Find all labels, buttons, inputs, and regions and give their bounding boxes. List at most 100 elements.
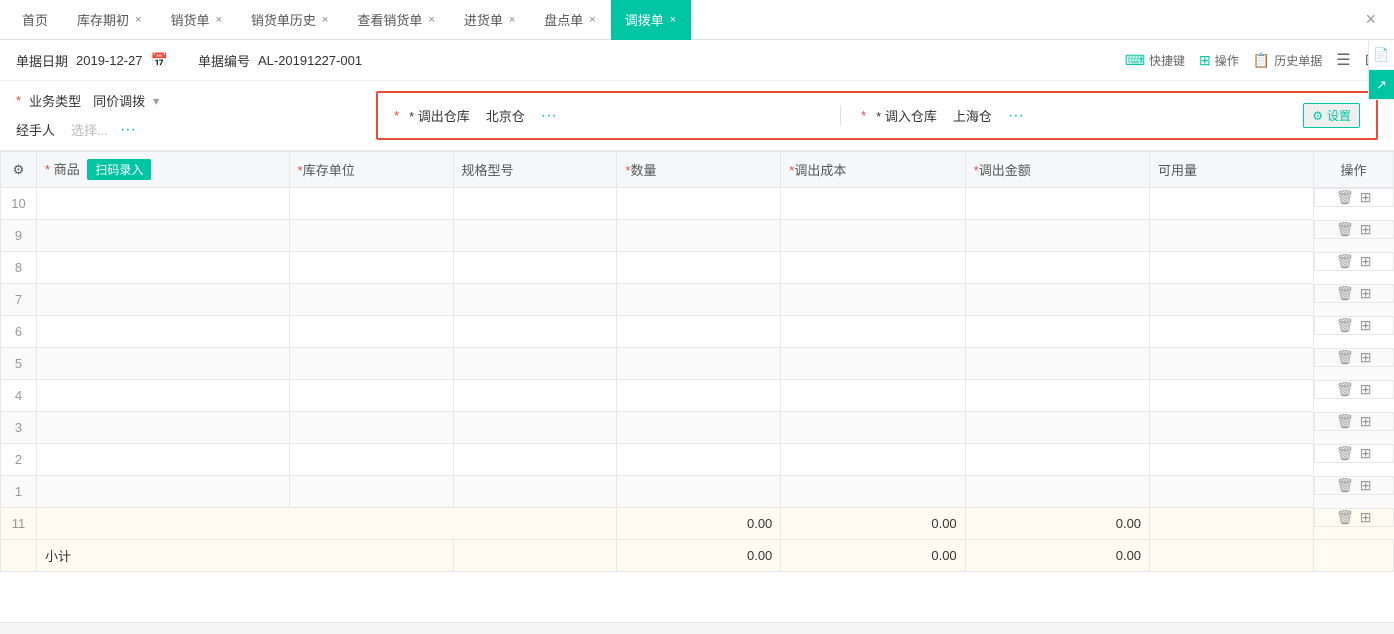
row-unit-7[interactable] xyxy=(289,284,453,316)
copy-icon-1[interactable]: ⊞ xyxy=(1360,477,1372,494)
copy-icon-subtotal[interactable]: ⊞ xyxy=(1360,509,1372,526)
delete-icon-subtotal[interactable]: 🗑 xyxy=(1336,509,1354,526)
row-qty-1[interactable] xyxy=(617,476,781,508)
warehouse-in-more-icon[interactable]: ··· xyxy=(1008,107,1024,125)
row-goods-9[interactable] xyxy=(37,220,290,252)
row-cost-5[interactable] xyxy=(781,348,965,380)
tab-inventory-init[interactable]: 库存期初 × xyxy=(63,0,156,40)
row-spec-1[interactable] xyxy=(453,476,617,508)
row-goods-2[interactable] xyxy=(37,444,290,476)
scan-button[interactable]: 扫码录入 xyxy=(87,159,151,180)
tab-stocktake[interactable]: 盘点单 × xyxy=(530,0,610,40)
warehouse-out-value[interactable]: 北京仓 xyxy=(486,106,525,125)
business-type-value[interactable]: 同价调拨 xyxy=(93,91,145,110)
horizontal-scrollbar[interactable] xyxy=(0,622,1394,634)
copy-icon-10[interactable]: ⊞ xyxy=(1360,189,1372,206)
row-amount-7[interactable] xyxy=(965,284,1149,316)
row-amount-6[interactable] xyxy=(965,316,1149,348)
row-qty-8[interactable] xyxy=(617,252,781,284)
row-spec-5[interactable] xyxy=(453,348,617,380)
delete-icon-6[interactable]: 🗑 xyxy=(1336,317,1354,334)
row-unit-2[interactable] xyxy=(289,444,453,476)
copy-icon-8[interactable]: ⊞ xyxy=(1360,253,1372,270)
row-qty-7[interactable] xyxy=(617,284,781,316)
calendar-icon[interactable]: 📅 xyxy=(151,52,168,69)
row-spec-10[interactable] xyxy=(453,188,617,220)
tab-close-inventory-init[interactable]: × xyxy=(135,14,141,26)
row-goods-7[interactable] xyxy=(37,284,290,316)
copy-icon-7[interactable]: ⊞ xyxy=(1360,285,1372,302)
row-unit-5[interactable] xyxy=(289,348,453,380)
row-cost-4[interactable] xyxy=(781,380,965,412)
row-amount-2[interactable] xyxy=(965,444,1149,476)
row-spec-2[interactable] xyxy=(453,444,617,476)
row-amount-10[interactable] xyxy=(965,188,1149,220)
sidebar-notes-btn[interactable]: 📄 xyxy=(1369,40,1394,70)
row-unit-3[interactable] xyxy=(289,412,453,444)
row-goods-3[interactable] xyxy=(37,412,290,444)
row-goods-8[interactable] xyxy=(37,252,290,284)
row-goods-10[interactable] xyxy=(37,188,290,220)
layout-button1[interactable]: ☰ xyxy=(1336,50,1350,70)
row-cost-8[interactable] xyxy=(781,252,965,284)
row-qty-10[interactable] xyxy=(617,188,781,220)
warehouse-in-value[interactable]: 上海仓 xyxy=(953,106,992,125)
row-goods-1[interactable] xyxy=(37,476,290,508)
row-spec-3[interactable] xyxy=(453,412,617,444)
sidebar-export-btn[interactable]: ↗ xyxy=(1369,70,1394,100)
row-goods-5[interactable] xyxy=(37,348,290,380)
row-cost-10[interactable] xyxy=(781,188,965,220)
dropdown-arrow-icon[interactable]: ▾ xyxy=(153,94,159,108)
row-qty-5[interactable] xyxy=(617,348,781,380)
row-unit-9[interactable] xyxy=(289,220,453,252)
shortcuts-button[interactable]: ⌨ 快捷键 xyxy=(1125,52,1185,69)
tab-home[interactable]: 首页 xyxy=(8,0,63,40)
tab-close-view-sales[interactable]: × xyxy=(428,14,434,26)
row-unit-6[interactable] xyxy=(289,316,453,348)
person-more-icon[interactable]: ··· xyxy=(120,121,136,139)
row-cost-9[interactable] xyxy=(781,220,965,252)
tab-purchase[interactable]: 进货单 × xyxy=(450,0,530,40)
copy-icon-9[interactable]: ⊞ xyxy=(1360,221,1372,238)
delete-icon-10[interactable]: 🗑 xyxy=(1336,189,1354,206)
row-unit-8[interactable] xyxy=(289,252,453,284)
row-amount-3[interactable] xyxy=(965,412,1149,444)
copy-icon-4[interactable]: ⊞ xyxy=(1360,381,1372,398)
history-button[interactable]: 📋 历史单据 xyxy=(1253,52,1322,69)
row-goods-4[interactable] xyxy=(37,380,290,412)
row-spec-8[interactable] xyxy=(453,252,617,284)
delete-icon-1[interactable]: 🗑 xyxy=(1336,477,1354,494)
delete-icon-3[interactable]: 🗑 xyxy=(1336,413,1354,430)
delete-icon-9[interactable]: 🗑 xyxy=(1336,221,1354,238)
person-select[interactable]: 选择... xyxy=(71,120,108,139)
row-qty-9[interactable] xyxy=(617,220,781,252)
tab-close-stocktake[interactable]: × xyxy=(589,14,595,26)
tab-transfer[interactable]: 调拨单 × xyxy=(611,0,691,40)
row-amount-5[interactable] xyxy=(965,348,1149,380)
row-amount-9[interactable] xyxy=(965,220,1149,252)
row-qty-3[interactable] xyxy=(617,412,781,444)
delete-icon-5[interactable]: 🗑 xyxy=(1336,349,1354,366)
row-cost-7[interactable] xyxy=(781,284,965,316)
row-unit-4[interactable] xyxy=(289,380,453,412)
copy-icon-3[interactable]: ⊞ xyxy=(1360,413,1372,430)
row-spec-7[interactable] xyxy=(453,284,617,316)
row-cost-3[interactable] xyxy=(781,412,965,444)
row-spec-9[interactable] xyxy=(453,220,617,252)
close-window-icon[interactable]: × xyxy=(1355,9,1386,30)
row-amount-4[interactable] xyxy=(965,380,1149,412)
delete-icon-7[interactable]: 🗑 xyxy=(1336,285,1354,302)
row-cost-2[interactable] xyxy=(781,444,965,476)
row-cost-6[interactable] xyxy=(781,316,965,348)
delete-icon-4[interactable]: 🗑 xyxy=(1336,381,1354,398)
delete-icon-8[interactable]: 🗑 xyxy=(1336,253,1354,270)
tab-view-sales[interactable]: 查看销货单 × xyxy=(343,0,449,40)
row-spec-4[interactable] xyxy=(453,380,617,412)
copy-icon-5[interactable]: ⊞ xyxy=(1360,349,1372,366)
operations-button[interactable]: ⊞ 操作 xyxy=(1199,52,1239,69)
tab-close-purchase[interactable]: × xyxy=(509,14,515,26)
row-cost-1[interactable] xyxy=(781,476,965,508)
row-qty-4[interactable] xyxy=(617,380,781,412)
delete-icon-2[interactable]: 🗑 xyxy=(1336,445,1354,462)
row-spec-6[interactable] xyxy=(453,316,617,348)
